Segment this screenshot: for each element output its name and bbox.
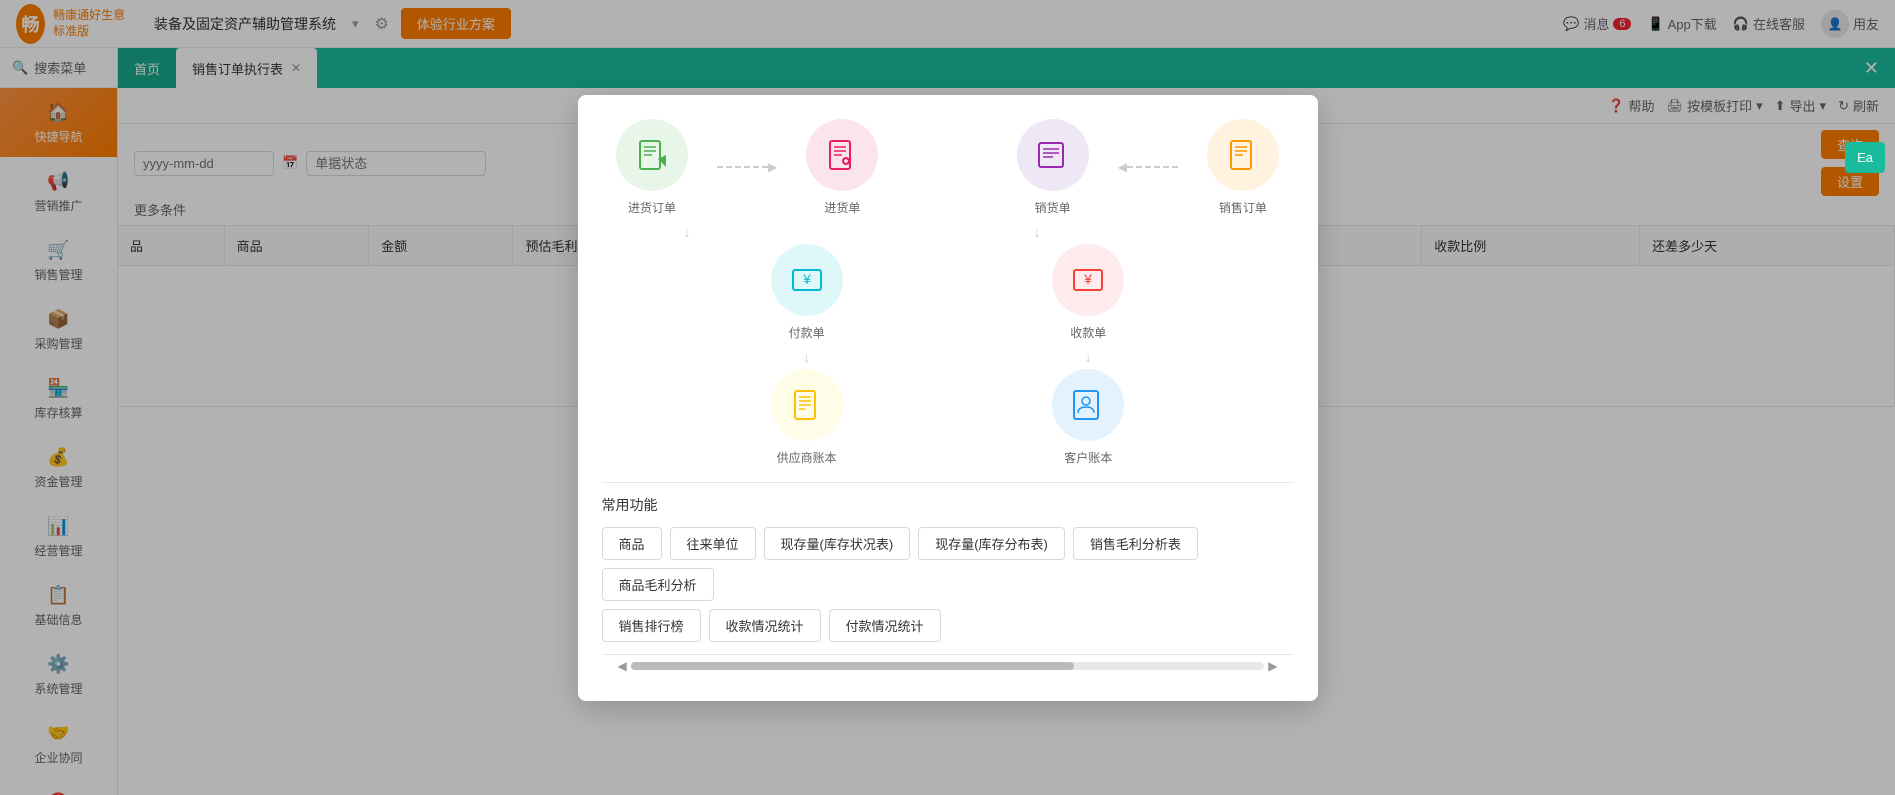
purchase-bill-node: 进货单	[806, 119, 878, 216]
arrow-down-purchase-bill: ↓	[651, 224, 723, 240]
sales-order-icon	[1207, 119, 1279, 191]
purchase-order-icon	[616, 119, 688, 191]
customer-ledger-label: 客户账本	[1064, 449, 1112, 466]
receipt-icon: ¥	[1052, 244, 1124, 316]
scrollbar-row: ◀ ▶	[602, 654, 1294, 677]
svg-text:¥: ¥	[802, 271, 811, 287]
ea-badge: Ea	[1845, 142, 1885, 173]
arrow-down-receipt: ↓	[1052, 349, 1124, 365]
purchase-order-label: 进货订单	[628, 199, 676, 216]
sales-bill-icon	[1017, 119, 1089, 191]
func-btn-partner[interactable]: 往来单位	[670, 527, 756, 560]
purchase-bill-label: 进货单	[824, 199, 860, 216]
func-btn-receipt-stat[interactable]: 收款情况统计	[709, 609, 821, 642]
scrollbar-track[interactable]	[631, 662, 1265, 670]
scroll-right-icon[interactable]: ▶	[1268, 659, 1277, 673]
purchase-bill-icon	[806, 119, 878, 191]
customer-ledger-node: 客户账本	[1052, 369, 1124, 466]
workflow-arrows-down1: ↓ ↓	[602, 224, 1294, 240]
receipt-label: 收款单	[1070, 324, 1106, 341]
func-btn-stock-dist[interactable]: 现存量(库存分布表)	[918, 527, 1065, 560]
payment-node: ¥ 付款单	[771, 244, 843, 341]
supplier-ledger-icon	[771, 369, 843, 441]
func-btn-product-profit[interactable]: 商品毛利分析	[602, 568, 714, 601]
func-btn-payment-stat[interactable]: 付款情况统计	[829, 609, 941, 642]
receipt-node: ¥ 收款单	[1052, 244, 1124, 341]
supplier-ledger-node: 供应商账本	[771, 369, 843, 466]
arrow-purchase-to-bill: ▶	[717, 160, 777, 174]
func-btn-sales-rank[interactable]: 销售排行榜	[602, 609, 701, 642]
sales-bill-label: 销货单	[1035, 199, 1071, 216]
modal-overlay[interactable]: 进货订单 ▶ 进货单	[0, 0, 1895, 795]
workflow-row5: 供应商账本 客户账本	[602, 369, 1294, 466]
scrollbar-thumb	[631, 662, 1074, 670]
customer-ledger-icon	[1052, 369, 1124, 441]
func-btn-product[interactable]: 商品	[602, 527, 662, 560]
supplier-ledger-label: 供应商账本	[777, 449, 837, 466]
func-btn-sales-profit[interactable]: 销售毛利分析表	[1073, 527, 1198, 560]
sales-order-node: 销售订单	[1207, 119, 1279, 216]
sales-order-label: 销售订单	[1219, 199, 1267, 216]
sales-bill-node: 销货单	[1017, 119, 1089, 216]
payment-label: 付款单	[789, 324, 825, 341]
workflow-arrows-down2: ↓ ↓	[602, 349, 1294, 365]
svg-text:¥: ¥	[1083, 271, 1092, 287]
func-buttons-row2: 销售排行榜 收款情况统计 付款情况统计	[602, 609, 1294, 642]
workflow-row1: 进货订单 ▶ 进货单	[602, 119, 1294, 216]
common-functions: 常用功能 商品 往来单位 现存量(库存状况表) 现存量(库存分布表) 销售毛利分…	[602, 495, 1294, 642]
purchase-order-node: 进货订单	[616, 119, 688, 216]
divider	[602, 482, 1294, 483]
workflow-diagram: 进货订单 ▶ 进货单	[602, 119, 1294, 466]
arrow-down-payment: ↓	[771, 349, 843, 365]
arrow-down-sales-bill: ↓	[1001, 224, 1073, 240]
modal-dialog: 进货订单 ▶ 进货单	[578, 95, 1318, 701]
func-btn-stock-status[interactable]: 现存量(库存状况表)	[764, 527, 911, 560]
ea-label: Ea	[1857, 150, 1873, 165]
arrow-order-to-bill: ◀	[1118, 160, 1178, 174]
common-functions-title: 常用功能	[602, 495, 1294, 515]
scroll-left-icon[interactable]: ◀	[618, 659, 627, 673]
workflow-row3: ¥ 付款单 ¥ 收款单	[602, 244, 1294, 341]
func-buttons: 商品 往来单位 现存量(库存状况表) 现存量(库存分布表) 销售毛利分析表 商品…	[602, 527, 1294, 601]
payment-icon: ¥	[771, 244, 843, 316]
